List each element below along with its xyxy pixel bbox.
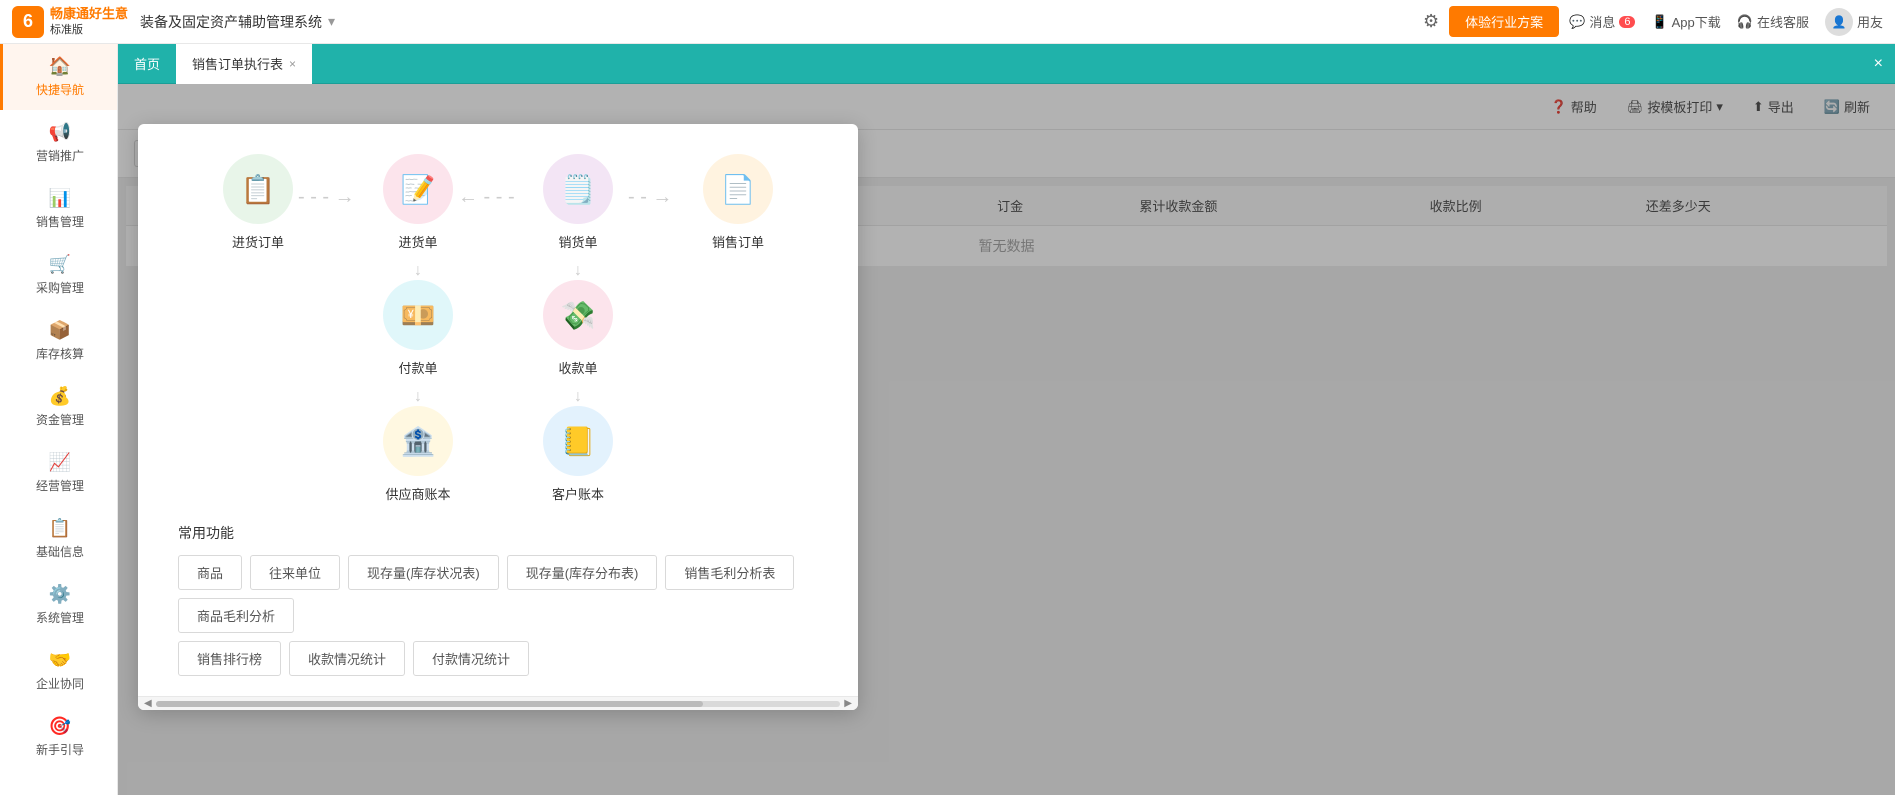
modal-scrollbar[interactable]: ◀ ▶ [138,696,858,710]
operations-icon: 📈 [49,452,71,473]
arrow-down-receipt: ↓ [574,261,582,280]
sales-bill-icon[interactable]: 🗒️ [543,154,613,224]
scroll-thumb[interactable] [156,701,704,707]
flow-node-sales-order[interactable]: - - → 📄 销售订单 [658,154,818,251]
sidebar-item-purchase[interactable]: 🛒 采购管理 [0,242,117,308]
settings-icon[interactable]: ⚙ [1423,11,1439,32]
message-button[interactable]: 💬 消息 6 [1569,12,1635,31]
content-area: 首页 销售订单执行表 × × ❓ 帮助 🖨 [118,44,1895,795]
page-content: ❓ 帮助 🖨 按模板打印 ▾ ⬆ 导出 🔄 刷新 [118,84,1895,795]
scroll-left-icon[interactable]: ◀ [144,698,152,709]
func-btn-unit[interactable]: 往来单位 [250,555,340,590]
arrow-down-payment: ↓ [414,261,422,280]
receipt-bill-icon[interactable]: 💸 [543,280,613,350]
func-btn-sales-rank[interactable]: 销售排行榜 [178,641,281,676]
sidebar-item-basic-info[interactable]: 📋 基础信息 [0,506,117,572]
headset-icon: 🎧 [1737,14,1753,30]
func-buttons-row1: 商品 往来单位 现存量(库存状况表) 现存量(库存分布表) 销售毛利分析表 商品… [178,555,818,633]
home-icon: 🏠 [49,56,71,77]
modal-inner: 📋 进货订单 - - - → 📝 进货单 [138,124,858,696]
download-icon: 📱 [1651,14,1667,30]
top-bar: 6 畅康通好生意 标准版 装备及固定资产辅助管理系统 ▾ ⚙ 体验行业方案 💬 … [0,0,1895,44]
purchase-bill-icon[interactable]: 📝 [383,154,453,224]
scroll-right-icon[interactable]: ▶ [844,698,852,709]
func-btn-product-gross[interactable]: 商品毛利分析 [178,598,294,633]
sidebar-item-inventory[interactable]: 📦 库存核算 [0,308,117,374]
trial-button[interactable]: 体验行业方案 [1449,6,1559,37]
sidebar-item-sales[interactable]: 📊 销售管理 [0,176,117,242]
tab-sales-order[interactable]: 销售订单执行表 × [176,44,312,84]
sidebar: 🏠 快捷导航 📢 营销推广 📊 销售管理 🛒 采购管理 📦 库存核算 💰 [0,44,118,795]
arrow-down-supplier: ↓ [414,387,422,406]
sidebar-item-operations[interactable]: 📈 经营管理 [0,440,117,506]
common-title: 常用功能 [178,523,818,543]
logo-icon: 6 [12,6,44,38]
empty-r2c1 [178,261,338,377]
arrow-sales: ← - - - [458,186,515,209]
purchase-order-icon[interactable]: 📋 [223,154,293,224]
func-btn-sales-gross[interactable]: 销售毛利分析表 [665,555,794,590]
supplier-ledger-icon[interactable]: 🏦 [383,406,453,476]
system-title: 装备及固定资产辅助管理系统 ▾ [140,12,1413,32]
sidebar-item-system[interactable]: ⚙️ 系统管理 [0,572,117,638]
func-btn-payment-stats[interactable]: 付款情况统计 [413,641,529,676]
logo-text: 畅康通好生意 标准版 [50,6,128,37]
system-icon: ⚙️ [49,584,71,605]
system-dropdown-icon[interactable]: ▾ [328,13,335,30]
logo-area: 6 畅康通好生意 标准版 [12,6,130,38]
empty-r2c4 [658,261,818,377]
func-btn-product[interactable]: 商品 [178,555,242,590]
func-btn-stock-dist[interactable]: 现存量(库存分布表) [507,555,658,590]
app-download-button[interactable]: 📱 App下载 [1651,12,1720,31]
arrow-purchase: - - - → [298,186,355,209]
flow-diagram: 📋 进货订单 - - - → 📝 进货单 [178,154,818,503]
sidebar-item-collaboration[interactable]: 🤝 企业协同 [0,638,117,704]
sidebar-item-marketing[interactable]: 📢 营销推广 [0,110,117,176]
sales-icon: 📊 [49,188,71,209]
inventory-icon: 📦 [49,320,71,341]
message-icon: 💬 [1569,14,1585,30]
modal-overlay: 📋 进货订单 - - - → 📝 进货单 [118,84,1895,795]
flow-modal: 📋 进货订单 - - - → 📝 进货单 [138,124,858,710]
purchase-icon: 🛒 [49,254,71,275]
tab-close-icon[interactable]: × [289,57,296,71]
customer-ledger-icon[interactable]: 📒 [543,406,613,476]
scroll-track[interactable] [156,701,841,707]
sidebar-item-finance[interactable]: 💰 资金管理 [0,374,117,440]
tab-home[interactable]: 首页 [118,44,176,84]
tab-bar: 首页 销售订单执行表 × × [118,44,1895,84]
newbie-icon: 🎯 [49,716,71,737]
empty-r3c1 [178,387,338,503]
online-service-button[interactable]: 🎧 在线客服 [1737,12,1809,31]
finance-icon: 💰 [49,386,71,407]
collaboration-icon: 🤝 [49,650,71,671]
avatar: 👤 [1825,8,1853,36]
payment-bill-icon[interactable]: 💴 [383,280,453,350]
basic-info-icon: 📋 [49,518,71,539]
common-functions: 常用功能 商品 往来单位 现存量(库存状况表) 现存量(库存分布表) 销售毛利分… [178,523,818,676]
func-btn-receipt-stats[interactable]: 收款情况统计 [289,641,405,676]
flow-col-receipt: ↓ 💸 收款单 [498,261,658,377]
flow-col-payment: ↓ 💴 付款单 [338,261,498,377]
sales-order-icon[interactable]: 📄 [703,154,773,224]
sidebar-item-quick-nav[interactable]: 🏠 快捷导航 [0,44,117,110]
empty-r3c4 [658,387,818,503]
func-buttons-row2: 销售排行榜 收款情况统计 付款情况统计 [178,641,818,676]
user-menu[interactable]: 👤 用友 [1825,8,1883,36]
arrow-sales-order: - - → [628,186,672,209]
func-btn-stock-status[interactable]: 现存量(库存状况表) [348,555,499,590]
tab-bar-close-button[interactable]: × [1862,55,1895,73]
arrow-down-customer: ↓ [574,387,582,406]
sidebar-item-newbie[interactable]: 🎯 新手引导 [0,704,117,770]
marketing-icon: 📢 [49,122,71,143]
flow-col-supplier: ↓ 🏦 供应商账本 [338,387,498,503]
flow-col-customer: ↓ 📒 客户账本 [498,387,658,503]
top-right-area: 💬 消息 6 📱 App下载 🎧 在线客服 👤 用友 [1569,8,1883,36]
